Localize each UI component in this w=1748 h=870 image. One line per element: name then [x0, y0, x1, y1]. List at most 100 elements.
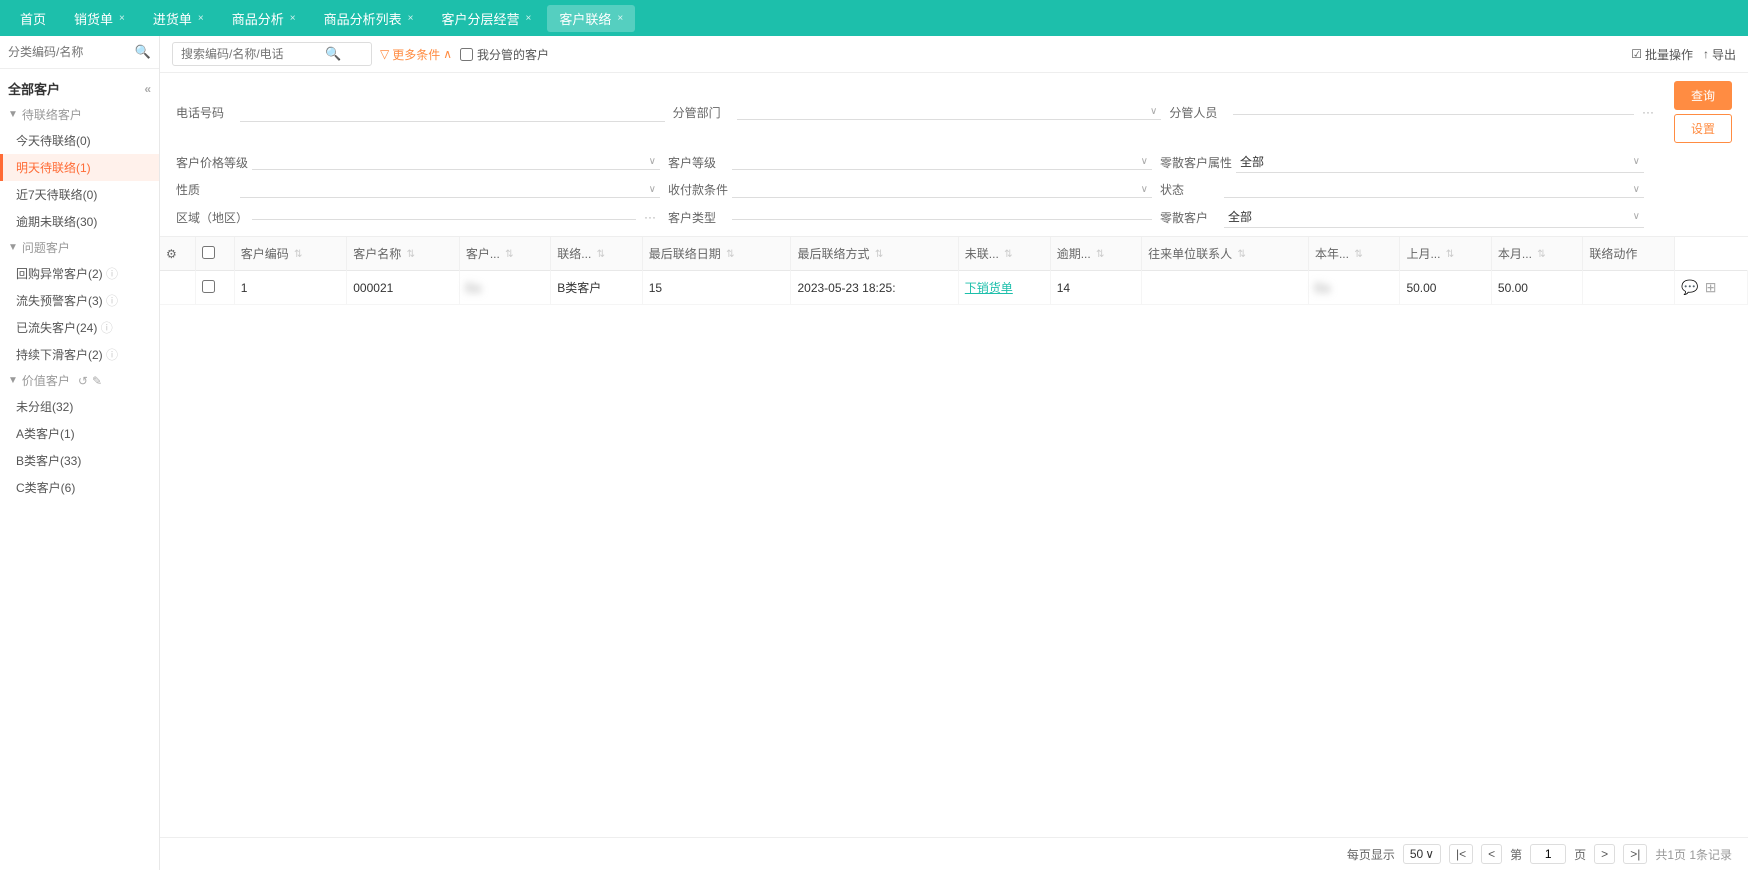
- chevron-down-icon7: ∨: [1633, 184, 1640, 195]
- retail-attr-select[interactable]: 全部 ∨: [1236, 151, 1644, 173]
- query-button[interactable]: 查询: [1674, 81, 1732, 110]
- last-method-link[interactable]: 下销货单: [965, 281, 1013, 295]
- sidebar-item-warning[interactable]: 流失预警客户(3) ⓘ: [0, 287, 159, 314]
- nav-item-purchase[interactable]: 进货单 ×: [141, 5, 216, 32]
- collapse-icon[interactable]: «: [144, 82, 151, 96]
- customer-value-label: 客户价格等级: [176, 154, 248, 171]
- refresh-icon[interactable]: ↺: [78, 374, 88, 388]
- payment-select[interactable]: ∨: [732, 182, 1152, 198]
- col-checkbox[interactable]: [195, 237, 234, 271]
- prev-page-btn[interactable]: <: [1481, 844, 1502, 864]
- sidebar-item-typeC[interactable]: C类客户(6): [0, 474, 159, 501]
- col-code[interactable]: 客户编码 ⇅: [234, 237, 347, 271]
- nav-item-home[interactable]: 首页: [8, 5, 58, 32]
- col-settings[interactable]: ⚙: [160, 237, 195, 271]
- col-unit-contact[interactable]: 往来单位联系人 ⇅: [1142, 237, 1309, 271]
- customer-level-label: 客户等级: [668, 154, 728, 171]
- sidebar-item-ungrouped[interactable]: 未分组(32): [0, 393, 159, 420]
- close-sales-icon[interactable]: ×: [119, 13, 125, 24]
- search-input[interactable]: [181, 47, 321, 61]
- sidebar-section-pending: ▼ 待联络客户: [0, 102, 159, 127]
- phone-input[interactable]: [240, 103, 665, 122]
- page-suffix: 页: [1574, 846, 1586, 863]
- close-analysis-icon[interactable]: ×: [290, 13, 296, 24]
- region-dots-icon[interactable]: ···: [640, 210, 660, 224]
- edit-icon[interactable]: ✎: [92, 374, 102, 388]
- info-icon-repurchase: ⓘ: [106, 267, 118, 281]
- customer-value-select[interactable]: ∨: [252, 154, 660, 170]
- sidebar-item-tomorrow[interactable]: 明天待联络(1): [0, 154, 159, 181]
- pagination: 每页显示 50 ∨ |< < 第 页 > >| 共1页 1条记录: [160, 837, 1748, 870]
- sidebar-item-typeA[interactable]: A类客户(1): [0, 420, 159, 447]
- col-last-method[interactable]: 最后联络方式 ⇅: [791, 237, 958, 271]
- status-select[interactable]: ∨: [1224, 182, 1644, 198]
- sidebar-search-input[interactable]: [8, 45, 131, 59]
- grid-action-icon[interactable]: ⊞: [1705, 279, 1717, 296]
- chevron-down-icon: ∨: [1150, 106, 1157, 117]
- close-contact-icon[interactable]: ×: [617, 13, 623, 24]
- sidebar-section-value: ▼ 价值客户 ↺ ✎: [0, 368, 159, 393]
- per-page-select[interactable]: 50 ∨: [1403, 844, 1441, 864]
- col-type[interactable]: 客户... ⇅: [459, 237, 550, 271]
- retail-customer-select[interactable]: 全部 ∨: [1224, 206, 1644, 228]
- dept-select[interactable]: ∨: [737, 104, 1162, 120]
- col-name[interactable]: 客户名称 ⇅: [347, 237, 460, 271]
- nav-item-customer-contact[interactable]: 客户联络 ×: [547, 5, 635, 32]
- gender-select[interactable]: ∨: [240, 182, 660, 198]
- chevron-down-icon6: ∨: [1141, 184, 1148, 195]
- sidebar-item-overdue[interactable]: 逾期未联络(30): [0, 208, 159, 235]
- col-contact[interactable]: 联络... ⇅: [551, 237, 642, 271]
- col-overdue[interactable]: 逾期... ⇅: [1050, 237, 1141, 271]
- my-customers-checkbox[interactable]: [460, 48, 473, 61]
- nav-item-analysis[interactable]: 商品分析 ×: [220, 5, 308, 32]
- region-input[interactable]: [252, 215, 636, 220]
- set-button[interactable]: 设置: [1674, 114, 1732, 143]
- dots-icon[interactable]: ···: [1638, 105, 1658, 119]
- row-last-method[interactable]: 下销货单: [958, 271, 1050, 305]
- sidebar-item-today[interactable]: 今天待联络(0): [0, 127, 159, 154]
- next-page-btn[interactable]: >: [1594, 844, 1615, 864]
- sidebar-item-declining[interactable]: 持续下滑客户(2) ⓘ: [0, 341, 159, 368]
- close-analysis-list-icon[interactable]: ×: [408, 13, 414, 24]
- col-last-month[interactable]: 上月... ⇅: [1400, 237, 1491, 271]
- arrow-pending-icon: ▼: [8, 109, 18, 120]
- sidebar-item-repurchase[interactable]: 回购异常客户(2) ⓘ: [0, 260, 159, 287]
- my-customers-checkbox-label[interactable]: 我分管的客户: [460, 46, 549, 63]
- col-uncontacted[interactable]: 未联... ⇅: [958, 237, 1050, 271]
- payment-label: 收付款条件: [668, 181, 728, 198]
- table-container: ⚙ 客户编码 ⇅ 客户名称 ⇅ 客户... ⇅ 联络... ⇅ 最后联络日期 ⇅…: [160, 237, 1748, 837]
- sidebar-item-7days[interactable]: 近7天待联络(0): [0, 181, 159, 208]
- chevron-down-icon2: ∨: [649, 156, 656, 167]
- col-this-year[interactable]: 本年... ⇅: [1308, 237, 1399, 271]
- nav-item-customer-segment[interactable]: 客户分层经营 ×: [429, 5, 543, 32]
- message-action-icon[interactable]: 💬: [1681, 279, 1698, 296]
- col-this-month[interactable]: 本月... ⇅: [1491, 237, 1582, 271]
- gender-label: 性质: [176, 181, 236, 198]
- col-last-date[interactable]: 最后联络日期 ⇅: [642, 237, 791, 271]
- close-purchase-icon[interactable]: ×: [198, 13, 204, 24]
- row-select-checkbox[interactable]: [202, 280, 215, 293]
- chevron-down-icon8: ∨: [1633, 211, 1640, 222]
- close-segment-icon[interactable]: ×: [525, 13, 531, 24]
- checkbox-icon: ☑: [1631, 47, 1642, 61]
- row-code: 000021: [347, 271, 460, 305]
- nav-item-analysis-list[interactable]: 商品分析列表 ×: [312, 5, 426, 32]
- sidebar-item-typeB[interactable]: B类客户(33): [0, 447, 159, 474]
- batch-btn[interactable]: ☑ 批量操作: [1631, 46, 1693, 63]
- nav-item-sales[interactable]: 销货单 ×: [62, 5, 137, 32]
- export-btn[interactable]: ↑ 导出: [1703, 46, 1736, 63]
- row-last-month: 50.00: [1491, 271, 1582, 305]
- customer-type-input[interactable]: [732, 215, 1152, 220]
- row-checkbox[interactable]: [195, 271, 234, 305]
- sidebar-item-lost[interactable]: 已流失客户(24) ⓘ: [0, 314, 159, 341]
- page-input[interactable]: [1530, 844, 1566, 864]
- filter-more-btn[interactable]: ▽ 更多条件 ∧: [380, 46, 452, 63]
- first-page-btn[interactable]: |<: [1449, 844, 1473, 864]
- select-all-checkbox[interactable]: [202, 246, 215, 259]
- person-input[interactable]: [1233, 110, 1634, 115]
- row-type: B类客户: [551, 271, 642, 305]
- last-page-btn[interactable]: >|: [1623, 844, 1647, 864]
- customer-level-select[interactable]: ∨: [732, 154, 1152, 170]
- phone-filter-field: 电话号码: [176, 103, 665, 122]
- region-filter: 区域（地区） ···: [176, 209, 660, 226]
